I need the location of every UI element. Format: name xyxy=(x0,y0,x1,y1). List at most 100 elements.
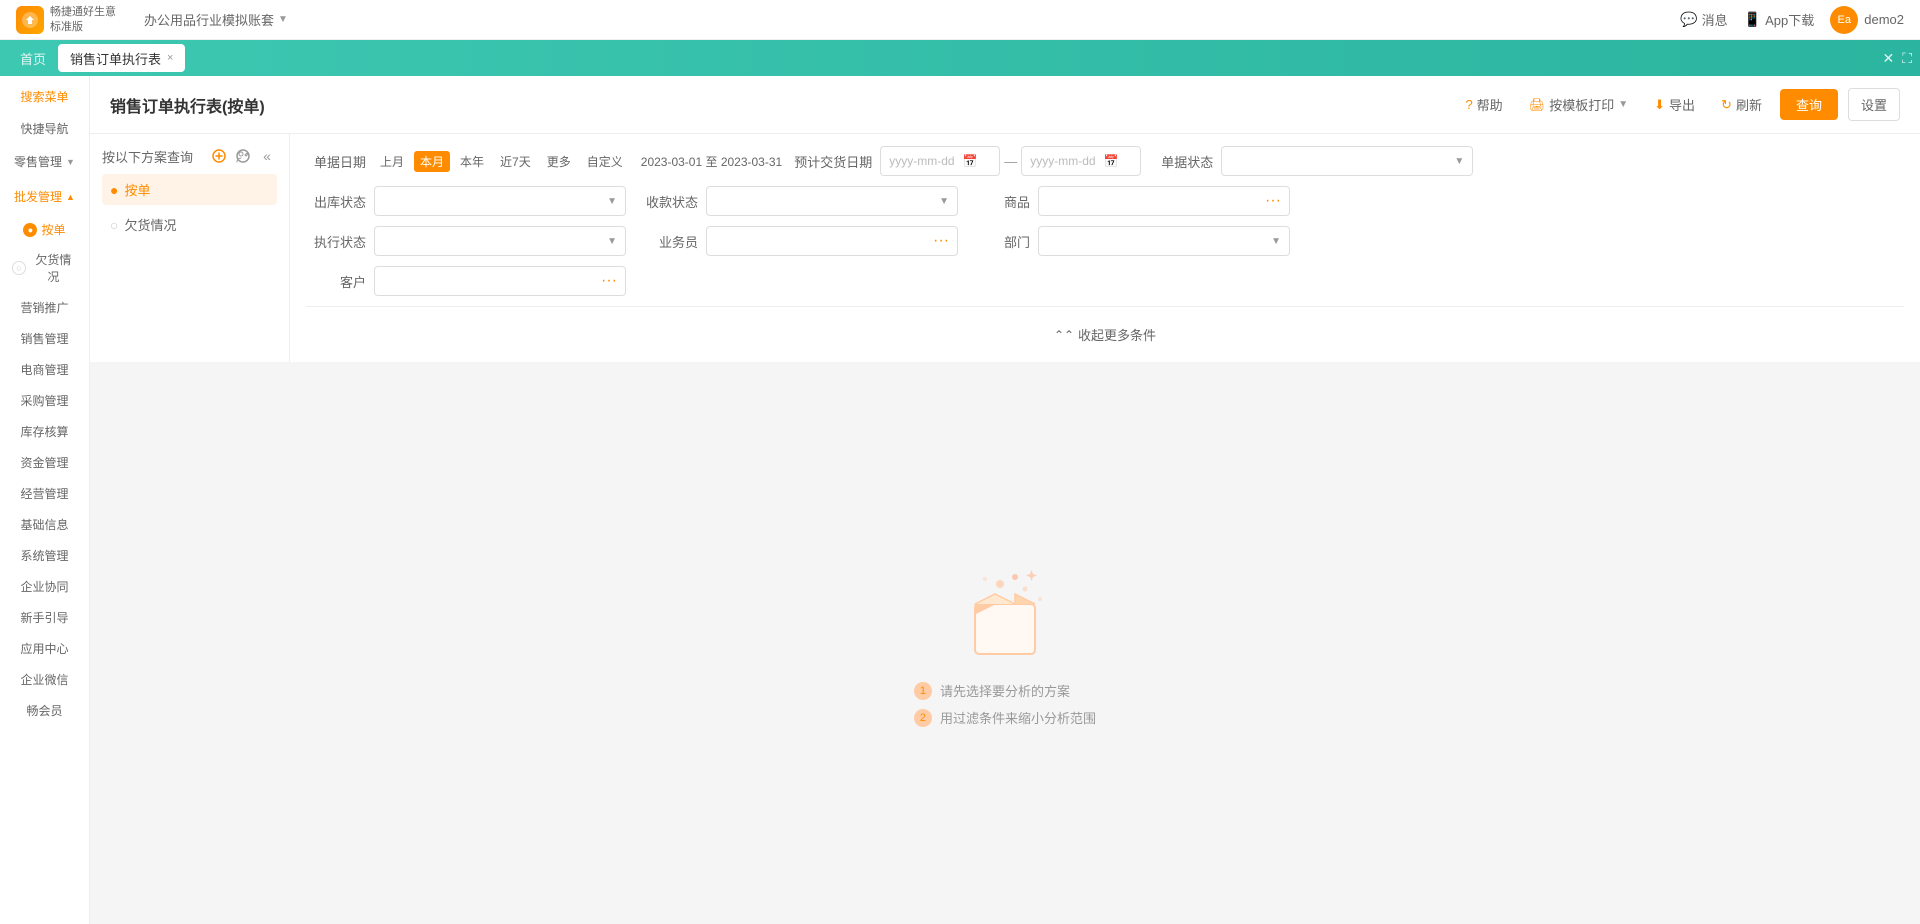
outbound-dropdown-icon: ▼ xyxy=(607,196,617,207)
sidebar-item-member[interactable]: 畅会员 xyxy=(4,696,85,725)
salesperson-select[interactable]: ··· xyxy=(706,226,958,256)
sidebar-item-finance[interactable]: 资金管理 xyxy=(4,448,85,477)
scheme-item-按单[interactable]: ● 按单 xyxy=(102,174,277,205)
mobile-icon: 📱 xyxy=(1744,11,1761,28)
help-button[interactable]: ? 帮助 xyxy=(1457,91,1510,118)
date-separator: — xyxy=(1004,154,1017,169)
filter-left-icons: « xyxy=(209,146,277,166)
sidebar-item-wholesale[interactable]: 批发管理 ▲ xyxy=(4,180,85,213)
sidebar-item-按单[interactable]: ● 按单 xyxy=(4,215,85,244)
date-tabs: 上月 本月 本年 近7天 更多 自定义 xyxy=(374,151,629,172)
avatar: Ea xyxy=(1830,6,1858,34)
date-tab-more[interactable]: 更多 xyxy=(541,151,577,172)
expected-date-from[interactable]: yyyy-mm-dd 📅 xyxy=(880,146,1000,176)
inactive-dot: ○ xyxy=(12,261,26,275)
breadcrumb[interactable]: 办公用品行业模拟账套 ▼ xyxy=(144,10,288,29)
salesperson-field: 业务员 ··· xyxy=(638,226,958,256)
sidebar-item-system[interactable]: 系统管理 xyxy=(4,541,85,570)
customer-label: 客户 xyxy=(306,272,366,291)
date-tab-prev-month[interactable]: 上月 xyxy=(374,151,410,172)
doc-status-select[interactable]: ▼ xyxy=(1221,146,1473,176)
print-button[interactable]: 🖨 按模板打印 ▼ xyxy=(1521,91,1636,118)
sidebar-item-inventory[interactable]: 库存核算 xyxy=(4,417,85,446)
filter-left-panel: 按以下方案查询 xyxy=(90,134,290,362)
payment-label: 收款状态 xyxy=(638,192,698,211)
header-left: 畅捷通好生意 标准版 办公用品行业模拟账套 ▼ xyxy=(16,5,288,34)
date-tab-recent7[interactable]: 近7天 xyxy=(494,151,537,172)
page-header: 销售订单执行表(按单) ? 帮助 🖨 按模板打印 ▼ ⬇ 导出 ↻ 刷新 xyxy=(90,76,1920,134)
sidebar-item-sales[interactable]: 销售管理 xyxy=(4,324,85,353)
expected-date-to[interactable]: yyyy-mm-dd 📅 xyxy=(1021,146,1141,176)
tab-close-all-icon[interactable]: ✕ xyxy=(1882,50,1894,67)
collapse-area: ⌃⌃ 收起更多条件 xyxy=(306,306,1904,350)
sidebar-item-marketing[interactable]: 营销推广 xyxy=(4,293,85,322)
filter-panel: 按以下方案查询 xyxy=(90,134,1920,362)
date-tab-custom[interactable]: 自定义 xyxy=(581,151,629,172)
date-tab-curr-month[interactable]: 本月 xyxy=(414,151,450,172)
collapse-button[interactable]: ⌃⌃ 收起更多条件 xyxy=(306,319,1904,350)
sidebar-item-guide[interactable]: 新手引导 xyxy=(4,603,85,632)
date-tab-curr-year[interactable]: 本年 xyxy=(454,151,490,172)
settings-button[interactable]: 设置 xyxy=(1848,88,1900,121)
print-dropdown-icon[interactable]: ▼ xyxy=(1618,99,1628,110)
sidebar-item-quick-nav[interactable]: 快捷导航 xyxy=(4,114,85,143)
doc-status-label: 单据状态 xyxy=(1153,152,1213,171)
exec-status-select[interactable]: ▼ xyxy=(374,226,626,256)
user-menu[interactable]: Ea demo2 xyxy=(1830,6,1904,34)
breadcrumb-dropdown-icon[interactable]: ▼ xyxy=(278,14,288,25)
customer-more-icon[interactable]: ··· xyxy=(601,272,617,290)
export-button[interactable]: ⬇ 导出 xyxy=(1646,91,1703,118)
department-label: 部门 xyxy=(970,232,1030,251)
expected-date-field: 预计交货日期 yyyy-mm-dd 📅 — yyyy-mm-dd 📅 xyxy=(794,146,1141,176)
hint-item-2: 2 用过滤条件来缩小分析范围 xyxy=(914,708,1096,727)
export-icon: ⬇ xyxy=(1654,97,1665,113)
product-label: 商品 xyxy=(970,192,1030,211)
outbound-status-field: 出库状态 ▼ xyxy=(306,186,626,216)
scheme-inactive-icon: ○ xyxy=(110,217,118,233)
outbound-select[interactable]: ▼ xyxy=(374,186,626,216)
message-button[interactable]: 💬 消息 xyxy=(1680,10,1727,29)
product-more-icon[interactable]: ··· xyxy=(1265,192,1281,210)
collapse-schemes-button[interactable]: « xyxy=(257,146,277,166)
sidebar-item-欠货情况[interactable]: ○ 欠货情况 xyxy=(4,245,85,291)
print-icon: 🖨 xyxy=(1529,97,1546,113)
sidebar-item-purchase[interactable]: 采购管理 xyxy=(4,386,85,415)
sidebar-item-collab[interactable]: 企业协同 xyxy=(4,572,85,601)
department-select[interactable]: ▼ xyxy=(1038,226,1290,256)
page-actions: ? 帮助 🖨 按模板打印 ▼ ⬇ 导出 ↻ 刷新 查询 xyxy=(1457,88,1900,133)
top-header: 畅捷通好生意 标准版 办公用品行业模拟账套 ▼ 💬 消息 📱 App下载 Ea … xyxy=(0,0,1920,40)
filter-row-3: 执行状态 ▼ 业务员 ··· 部门 xyxy=(306,226,1904,256)
tab-home[interactable]: 首页 xyxy=(8,44,58,72)
sidebar-search[interactable]: 搜索菜单 xyxy=(0,80,89,113)
sidebar-item-operation[interactable]: 经营管理 xyxy=(4,479,85,508)
logo-text: 畅捷通好生意 标准版 xyxy=(50,5,116,34)
sidebar: 搜索菜单 快捷导航 零售管理 ▼ 批发管理 ▲ ● 按单 ○ 欠货情况 营销推广 xyxy=(0,76,90,924)
empty-illustration xyxy=(945,559,1065,669)
sidebar-item-ecommerce[interactable]: 电商管理 xyxy=(4,355,85,384)
refresh-button[interactable]: ↻ 刷新 xyxy=(1713,91,1770,118)
edit-scheme-button[interactable] xyxy=(233,146,253,166)
salesperson-more-icon[interactable]: ··· xyxy=(933,232,949,250)
add-scheme-button[interactable] xyxy=(209,146,229,166)
filter-row-2: 出库状态 ▼ 收款状态 ▼ 商品 xyxy=(306,186,1904,216)
expected-date-range: yyyy-mm-dd 📅 — yyyy-mm-dd 📅 xyxy=(880,146,1141,176)
query-button[interactable]: 查询 xyxy=(1780,89,1838,120)
sidebar-item-wechat[interactable]: 企业微信 xyxy=(4,665,85,694)
payment-select[interactable]: ▼ xyxy=(706,186,958,216)
active-dot: ● xyxy=(23,223,37,237)
sidebar-item-basic[interactable]: 基础信息 xyxy=(4,510,85,539)
tab-sales-order[interactable]: 销售订单执行表 × xyxy=(58,44,185,72)
scheme-item-欠货情况[interactable]: ○ 欠货情况 xyxy=(102,209,277,240)
salesperson-label: 业务员 xyxy=(638,232,698,251)
customer-select[interactable]: ··· xyxy=(374,266,626,296)
tabs-bar: 首页 销售订单执行表 × ✕ ⛶ xyxy=(0,40,1920,76)
sidebar-item-app-center[interactable]: 应用中心 xyxy=(4,634,85,663)
app-download-button[interactable]: 📱 App下载 xyxy=(1744,10,1815,29)
payment-status-field: 收款状态 ▼ xyxy=(638,186,958,216)
product-select[interactable]: ··· xyxy=(1038,186,1290,216)
tab-maximize-icon[interactable]: ⛶ xyxy=(1902,50,1912,67)
empty-hints: 1 请先选择要分析的方案 2 用过滤条件来缩小分析范围 xyxy=(914,681,1096,727)
payment-dropdown-icon: ▼ xyxy=(939,196,949,207)
sidebar-item-retail[interactable]: 零售管理 ▼ xyxy=(4,145,85,178)
tab-close-icon[interactable]: × xyxy=(167,52,173,64)
